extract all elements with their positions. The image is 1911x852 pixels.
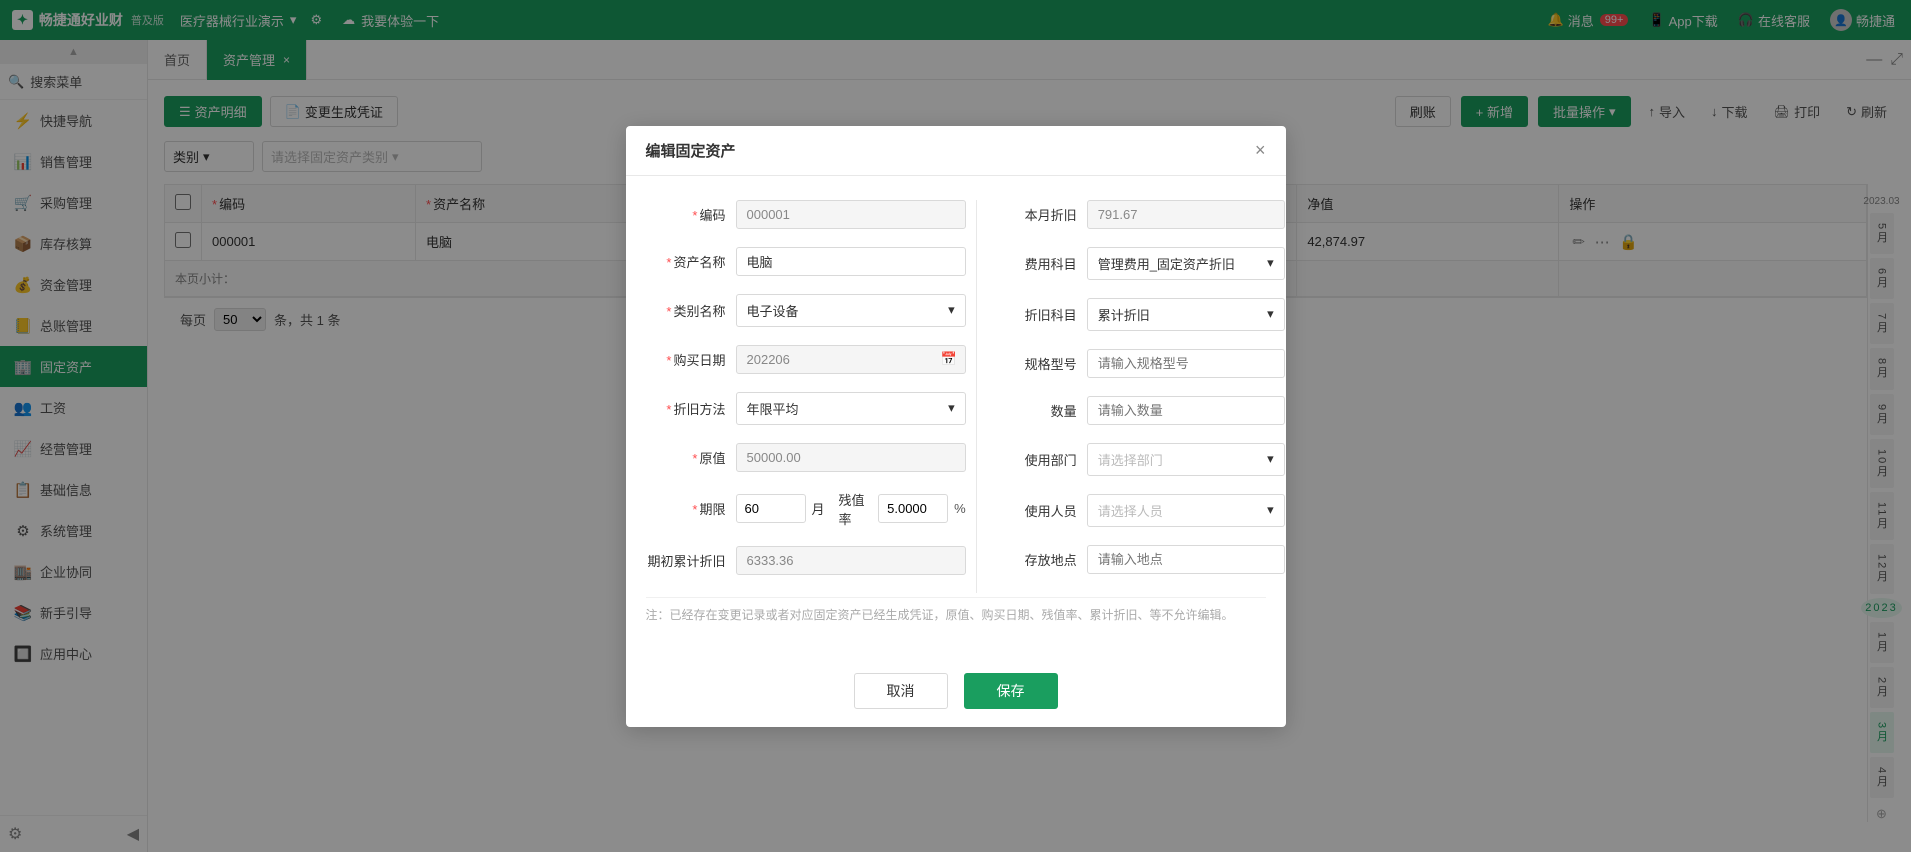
modal-right-col: 本月折旧 费用科目 管理费用_固定资产折旧 ▾: [976, 200, 1285, 593]
monthly-dep-label: 本月折旧: [997, 205, 1087, 224]
form-row-code: *编码: [646, 200, 966, 229]
form-row-dept: 使用部门 请选择部门 ▾: [997, 443, 1285, 476]
initial-dep-input[interactable]: [736, 546, 966, 575]
form-row-storage: 存放地点: [997, 545, 1285, 574]
dept-select[interactable]: 请选择部门 ▾: [1087, 443, 1285, 476]
asset-name-input[interactable]: [736, 247, 966, 276]
form-row-dep-subject: 折旧科目 累计折旧 ▾: [997, 298, 1285, 331]
original-value-label: *原值: [646, 448, 736, 467]
code-input[interactable]: [736, 200, 966, 229]
form-row-category: *类别名称 电子设备 ▾: [646, 294, 966, 327]
spec-model-input[interactable]: [1087, 349, 1285, 378]
modal-note: 注：已经存在变更记录或者对应固定资产已经生成凭证，原值、购买日期、残值率、累计折…: [646, 597, 1266, 635]
period-unit: 月: [812, 499, 825, 518]
dep-method-select[interactable]: 年限平均 ▾: [736, 392, 966, 425]
modal-form: *编码 *资产名称 *类别名称: [646, 200, 1266, 593]
cancel-button[interactable]: 取消: [854, 673, 948, 709]
form-row-expense-subject: 费用科目 管理费用_固定资产折旧 ▾: [997, 247, 1285, 280]
form-row-spec-model: 规格型号: [997, 349, 1285, 378]
user-dropdown-icon: ▾: [1267, 502, 1274, 518]
category-label: *类别名称: [646, 301, 736, 320]
original-value-input[interactable]: [736, 443, 966, 472]
form-row-monthly-dep: 本月折旧: [997, 200, 1285, 229]
form-row-quantity: 数量: [997, 396, 1285, 425]
dep-subject-dropdown-icon: ▾: [1267, 306, 1274, 322]
purchase-date-input[interactable]: [737, 346, 933, 373]
form-row-purchase-date: *购买日期 📅: [646, 345, 966, 374]
quantity-label: 数量: [997, 401, 1087, 420]
expense-dropdown-icon: ▾: [1267, 255, 1274, 271]
period-label: *期限: [646, 499, 736, 518]
name-label: *资产名称: [646, 252, 736, 271]
storage-label: 存放地点: [997, 550, 1087, 569]
dep-subject-label: 折旧科目: [997, 305, 1087, 324]
storage-input[interactable]: [1087, 545, 1285, 574]
modal-title: 编辑固定资产: [646, 140, 736, 161]
modal-footer: 取消 保存: [626, 663, 1286, 727]
modal-overlay: 编辑固定资产 × *编码 *资产名称: [0, 0, 1911, 852]
residual-rate-label: 残值率: [839, 490, 873, 528]
residual-rate-input[interactable]: [878, 494, 948, 523]
user-select[interactable]: 请选择人员 ▾: [1087, 494, 1285, 527]
category-select[interactable]: 电子设备 ▾: [736, 294, 966, 327]
form-row-dep-method: *折旧方法 年限平均 ▾: [646, 392, 966, 425]
residual-pct: %: [954, 501, 966, 516]
dep-method-dropdown-icon: ▾: [948, 400, 955, 416]
save-button[interactable]: 保存: [964, 673, 1058, 709]
modal-close-btn[interactable]: ×: [1255, 140, 1266, 161]
form-row-period: *期限 月 残值率 %: [646, 490, 966, 528]
dept-dropdown-icon: ▾: [1267, 451, 1274, 467]
monthly-dep-input[interactable]: [1087, 200, 1285, 229]
form-row-original-value: *原值: [646, 443, 966, 472]
expense-subject-label: 费用科目: [997, 254, 1087, 273]
edit-asset-modal: 编辑固定资产 × *编码 *资产名称: [626, 126, 1286, 727]
dep-subject-select[interactable]: 累计折旧 ▾: [1087, 298, 1285, 331]
quantity-input[interactable]: [1087, 396, 1285, 425]
dept-label: 使用部门: [997, 450, 1087, 469]
form-row-initial-dep: 期初累计折旧: [646, 546, 966, 575]
spec-model-label: 规格型号: [997, 354, 1087, 373]
form-row-user: 使用人员 请选择人员 ▾: [997, 494, 1285, 527]
form-row-name: *资产名称: [646, 247, 966, 276]
calendar-icon[interactable]: 📅: [933, 351, 965, 367]
modal-body: *编码 *资产名称 *类别名称: [626, 176, 1286, 663]
expense-subject-select[interactable]: 管理费用_固定资产折旧 ▾: [1087, 247, 1285, 280]
category-dropdown-icon: ▾: [948, 302, 955, 318]
modal-header: 编辑固定资产 ×: [626, 126, 1286, 176]
user-label: 使用人员: [997, 501, 1087, 520]
purchase-date-label: *购买日期: [646, 350, 736, 369]
period-input[interactable]: [736, 494, 806, 523]
initial-dep-label: 期初累计折旧: [646, 551, 736, 570]
modal-left-col: *编码 *资产名称 *类别名称: [646, 200, 966, 593]
code-label: *编码: [646, 205, 736, 224]
dep-method-label: *折旧方法: [646, 399, 736, 418]
period-group: 月 残值率 %: [736, 490, 966, 528]
